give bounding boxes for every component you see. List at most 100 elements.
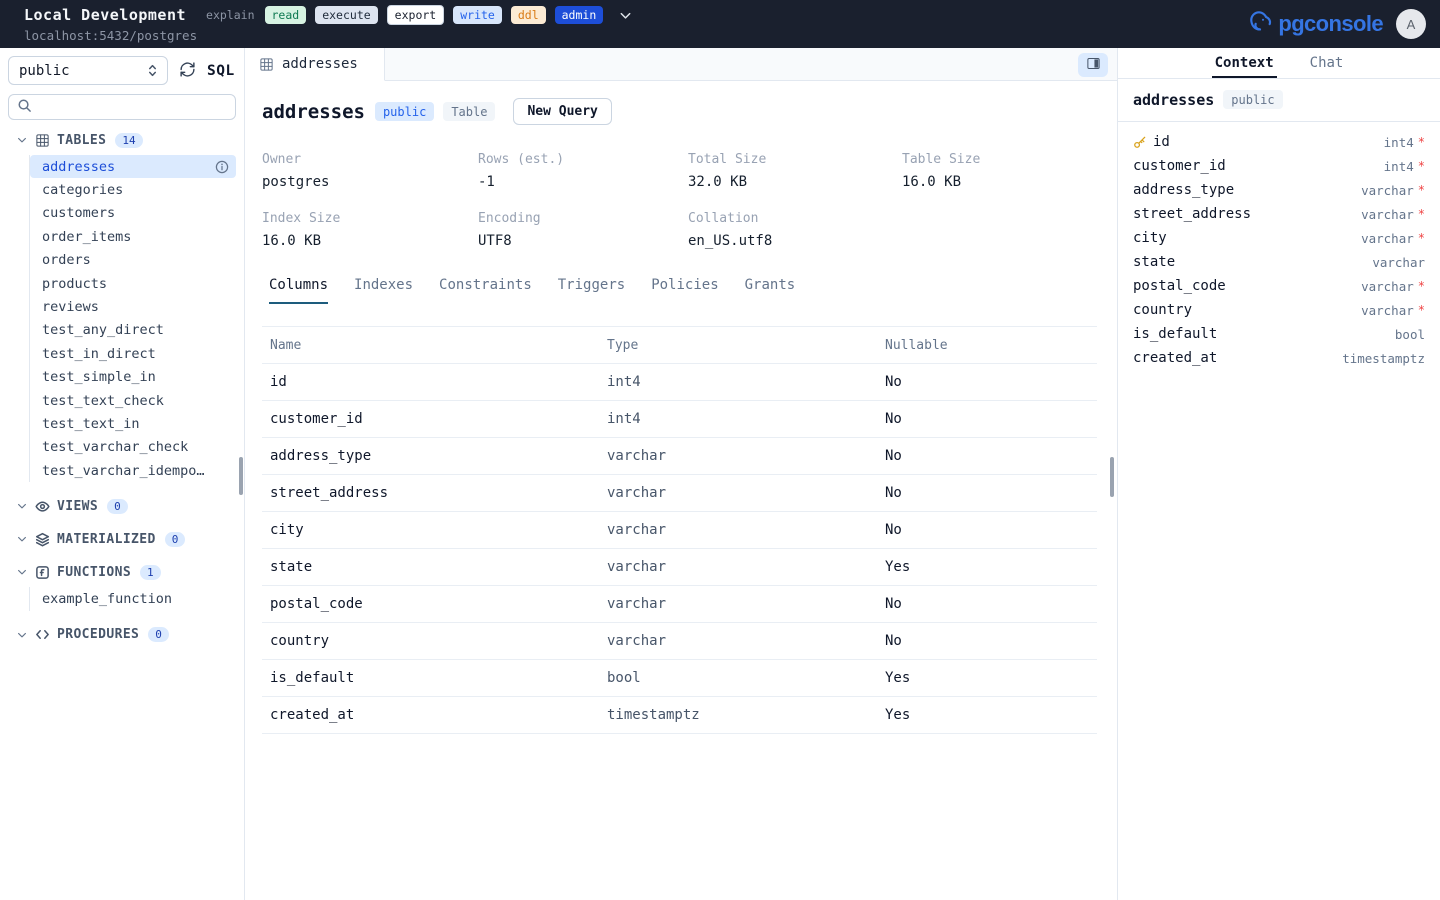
capability-badge-explain: explain — [205, 6, 255, 24]
sidebar-item-example-function[interactable]: example_function — [30, 587, 236, 610]
avatar[interactable]: A — [1396, 9, 1426, 39]
context-column-type: int4 — [1384, 135, 1414, 150]
column-header-name: Name — [262, 338, 607, 353]
tree-item-label: test_in_direct — [42, 346, 156, 362]
context-column-customer-id: customer_idint4* — [1133, 154, 1425, 178]
chevron-down-icon[interactable] — [618, 8, 633, 23]
table-row-street-address: street_addressvarcharNo — [262, 475, 1097, 512]
context-column-type: varchar — [1361, 183, 1414, 198]
table-detail: addresses publicTable New Query Ownerpos… — [245, 81, 1117, 900]
info-icon[interactable] — [215, 160, 229, 174]
cell: Yes — [885, 559, 1097, 575]
cell: No — [885, 374, 1097, 390]
capability-badge-export: export — [387, 5, 445, 25]
required-asterisk: * — [1418, 279, 1425, 293]
refresh-button[interactable] — [179, 61, 196, 81]
sidebar-item-test-in-direct[interactable]: test_in_direct — [30, 342, 236, 365]
panel-toggle-icon — [1086, 56, 1101, 74]
sidebar-item-reviews[interactable]: reviews — [30, 295, 236, 318]
pgconsole-elephant-icon — [1245, 9, 1275, 39]
sidebar-search-input[interactable] — [38, 100, 227, 115]
toggle-side-panel-button[interactable] — [1078, 53, 1108, 77]
new-query-button[interactable]: New Query — [513, 98, 611, 125]
context-schema-badge: public — [1223, 90, 1282, 109]
stat-label: Encoding — [478, 211, 688, 226]
sql-button[interactable]: SQL — [207, 63, 235, 79]
sidebar-item-addresses[interactable]: addresses — [30, 155, 236, 178]
cell: bool — [607, 670, 885, 686]
title-badges: publicTable — [375, 102, 495, 121]
stat-label: Owner — [262, 152, 478, 167]
context-column-address-type: address_typevarchar* — [1133, 178, 1425, 202]
context-column-city: cityvarchar* — [1133, 226, 1425, 250]
context-table-name: addresses — [1133, 91, 1214, 109]
sidebar-item-order-items[interactable]: order_items — [30, 225, 236, 248]
stat-label: Collation — [688, 211, 902, 226]
sidebar-section-views[interactable]: VIEWS0 — [0, 497, 244, 515]
context-column-name: country — [1133, 302, 1192, 318]
tab-grants[interactable]: Grants — [745, 277, 796, 304]
schema-select-value: public — [19, 63, 70, 79]
sidebar: public SQL TABLES14 addresses categories cu… — [0, 48, 245, 900]
cell: varchar — [607, 485, 885, 501]
tab-indexes[interactable]: Indexes — [354, 277, 413, 304]
stat-value: 16.0 KB — [262, 233, 478, 249]
capability-badge-ddl: ddl — [511, 6, 546, 24]
columns-table: NameTypeNullableidint4Nocustomer_idint4N… — [262, 326, 1097, 734]
context-column-street-address: street_addressvarchar* — [1133, 202, 1425, 226]
sidebar-section-procedures[interactable]: PROCEDURES0 — [0, 626, 244, 644]
sidebar-item-test-any-direct[interactable]: test_any_direct — [30, 319, 236, 342]
sidebar-item-test-varchar-idempo[interactable]: test_varchar_idempo… — [30, 459, 236, 482]
capability-badge-read: read — [265, 6, 307, 24]
main-scrollbar[interactable] — [1110, 457, 1114, 497]
capability-badge-admin: admin — [555, 6, 604, 24]
tree-item-label: reviews — [42, 299, 99, 315]
cell: id — [262, 374, 607, 390]
context-column-created-at: created_attimestamptz — [1133, 346, 1425, 370]
eye-icon — [35, 499, 50, 514]
cell: varchar — [607, 559, 885, 575]
required-asterisk: * — [1418, 207, 1425, 221]
tab-columns[interactable]: Columns — [269, 277, 328, 304]
sidebar-item-test-text-check[interactable]: test_text_check — [30, 389, 236, 412]
context-column-type: bool — [1395, 327, 1425, 342]
context-tab-chat[interactable]: Chat — [1307, 48, 1347, 78]
required-asterisk: * — [1418, 159, 1425, 173]
sidebar-item-test-simple-in[interactable]: test_simple_in — [30, 366, 236, 389]
stat-label: Index Size — [262, 211, 478, 226]
sidebar-item-orders[interactable]: orders — [30, 249, 236, 272]
doc-tab-addresses[interactable]: addresses — [245, 48, 385, 81]
sidebar-section-materialized[interactable]: MATERIALIZED0 — [0, 530, 244, 548]
context-column-is-default: is_defaultbool — [1133, 322, 1425, 346]
tab-constraints[interactable]: Constraints — [439, 277, 532, 304]
cell: timestamptz — [607, 707, 885, 723]
sidebar-item-test-text-in[interactable]: test_text_in — [30, 412, 236, 435]
context-tab-context[interactable]: Context — [1212, 48, 1277, 78]
sidebar-item-test-varchar-check[interactable]: test_varchar_check — [30, 436, 236, 459]
sidebar-scrollbar[interactable] — [239, 457, 243, 495]
schema-select[interactable]: public — [8, 56, 168, 85]
sidebar-section-tables[interactable]: TABLES14 — [0, 131, 244, 149]
stat-value: -1 — [478, 174, 688, 190]
section-label: VIEWS — [57, 499, 98, 514]
tree-item-label: categories — [42, 182, 123, 198]
table-grid-icon — [35, 133, 50, 148]
sidebar-section-functions[interactable]: FUNCTIONS1 — [0, 563, 244, 581]
title-badge-public: public — [375, 102, 434, 121]
table-row-id: idint4No — [262, 364, 1097, 401]
tree-item-label: customers — [42, 205, 115, 221]
sidebar-item-categories[interactable]: categories — [30, 178, 236, 201]
stat-total-size: Total Size32.0 KB — [688, 152, 902, 190]
sidebar-item-customers[interactable]: customers — [30, 202, 236, 225]
connection-info: Local Development explainreadexecuteexpo… — [24, 5, 633, 43]
cell: street_address — [262, 485, 607, 501]
search-icon — [17, 98, 32, 117]
tab-policies[interactable]: Policies — [651, 277, 718, 304]
table-stats: OwnerpostgresRows (est.)-1Total Size32.0… — [262, 152, 1097, 249]
cell: city — [262, 522, 607, 538]
tab-triggers[interactable]: Triggers — [558, 277, 625, 304]
document-tabstrip: addresses — [245, 48, 1117, 81]
sidebar-item-products[interactable]: products — [30, 272, 236, 295]
stat-value: UTF8 — [478, 233, 688, 249]
cell: is_default — [262, 670, 607, 686]
